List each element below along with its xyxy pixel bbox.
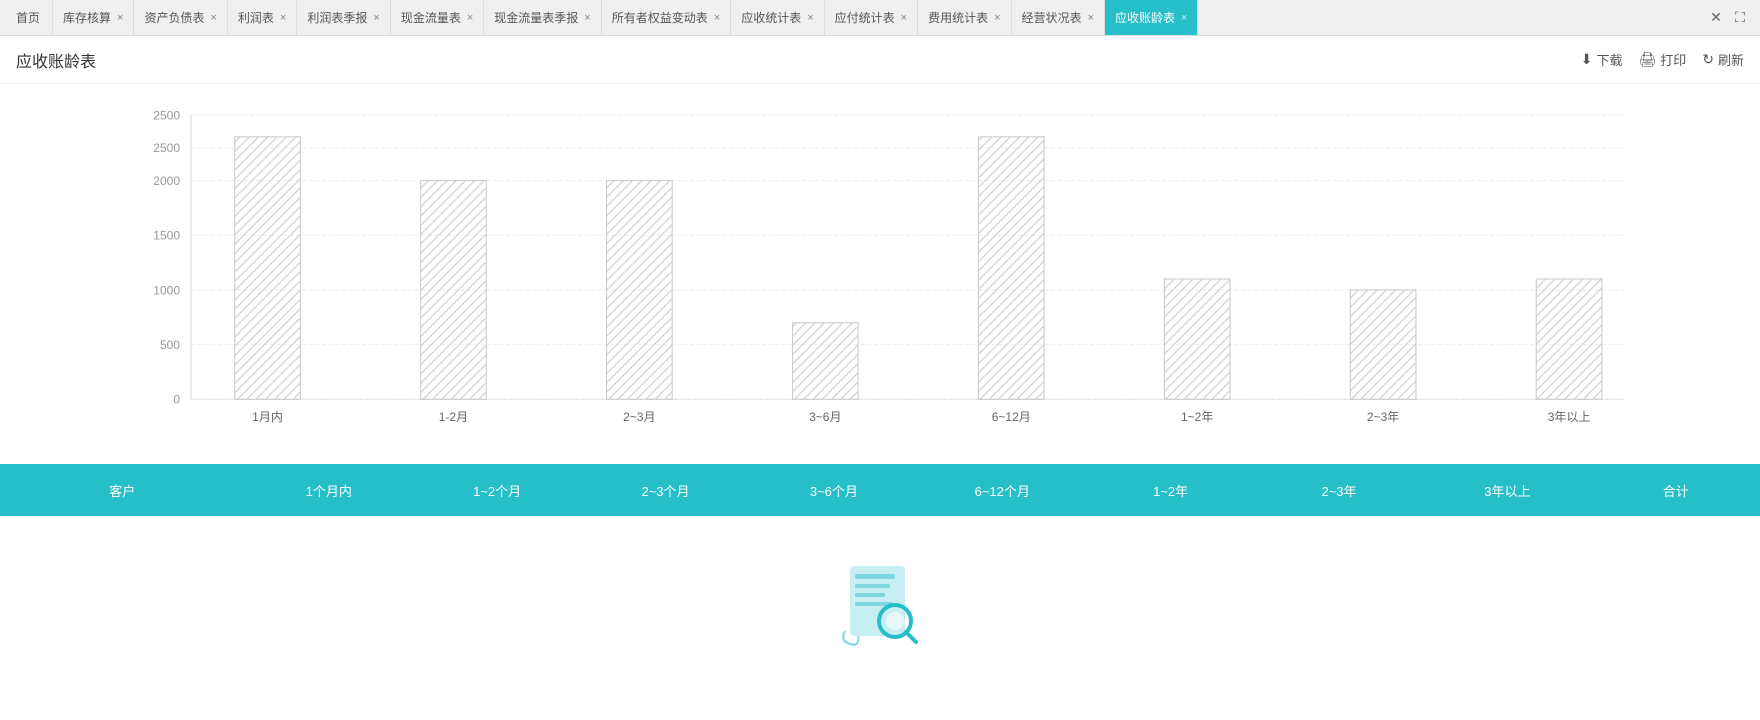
window-controls: ✕ ⛶ [1700,10,1756,26]
svg-text:3~6月: 3~6月 [809,410,841,424]
tab-label-ap-stat: 应付统计表 [835,9,895,26]
svg-text:1~2年: 1~2年 [1181,410,1213,424]
tab-ar-aging[interactable]: 应收账龄表 × [1105,0,1198,36]
bar-6-12月 [978,137,1044,400]
tab-close-balance[interactable]: × [210,12,216,24]
bar-chart: 0 500 1000 1500 2000 2500 2500 1月内 [40,104,1720,454]
tab-close-operation[interactable]: × [1088,12,1094,24]
bar-2-3月 [607,181,673,400]
tab-label-profit: 利润表 [238,9,274,26]
tab-bar: 首页 库存核算×资产负债表×利润表×利润表季报×现金流量表×现金流量表季报×所有… [0,0,1760,36]
maximize-button[interactable]: ⛶ [1732,10,1748,26]
th-1: 1个月内 [245,481,413,500]
empty-state [0,516,1760,696]
svg-text:2~3年: 2~3年 [1367,410,1399,424]
tab-close-inventory[interactable]: × [117,12,123,24]
tab-label-cashflow: 现金流量表 [401,9,461,26]
close-button[interactable]: ✕ [1708,10,1724,26]
tab-equity[interactable]: 所有者权益变动表 × [602,0,731,36]
bar-2-3年 [1350,290,1416,399]
empty-icon [830,556,930,656]
tab-label-inventory: 库存核算 [63,9,111,26]
svg-text:6~12月: 6~12月 [992,410,1031,424]
svg-text:1-2月: 1-2月 [439,410,468,424]
svg-text:1000: 1000 [153,283,180,297]
bar-3-6月 [793,323,859,400]
tab-operation[interactable]: 经营状况表 × [1012,0,1105,36]
print-icon: 🖨 [1638,51,1656,68]
svg-text:500: 500 [160,338,180,352]
th-4: 3~6个月 [750,481,918,500]
bar-1-2月 [421,181,487,400]
th-0: 客户 [0,481,245,500]
th-7: 2~3年 [1255,481,1423,500]
print-button[interactable]: 🖨 打印 [1638,50,1686,69]
th-6: 1~2年 [1086,481,1254,500]
svg-text:1月内: 1月内 [252,410,283,424]
svg-text:2500: 2500 [153,108,180,122]
svg-text:2500: 2500 [153,141,180,155]
bar-1-2年 [1164,279,1230,399]
main-content: 0 500 1000 1500 2000 2500 2500 1月内 [0,84,1760,720]
tab-balance[interactable]: 资产负债表 × [134,0,227,36]
home-tab-label: 首页 [16,9,40,26]
th-9: 合计 [1592,481,1760,500]
tab-ar-stat[interactable]: 应收统计表 × [731,0,824,36]
tab-home[interactable]: 首页 [4,0,53,36]
th-8: 3年以上 [1423,481,1591,500]
refresh-button[interactable]: ↻ 刷新 [1702,50,1744,69]
tab-close-profit[interactable]: × [280,12,286,24]
bar-3年以上 [1536,279,1602,399]
page-header: 应收账龄表 ⬇ 下载 🖨 打印 ↻ 刷新 [0,36,1760,84]
tab-label-cashflow-q: 现金流量表季报 [494,9,578,26]
tab-label-operation: 经营状况表 [1022,9,1082,26]
chart-area: 0 500 1000 1500 2000 2500 2500 1月内 [0,84,1760,464]
tab-close-equity[interactable]: × [714,12,720,24]
tab-profit-q[interactable]: 利润表季报 × [297,0,390,36]
download-button[interactable]: ⬇ 下载 [1581,50,1623,69]
table-header: 客户1个月内1~2个月2~3个月3~6个月6~12个月1~2年2~3年3年以上合… [0,464,1760,516]
svg-text:2000: 2000 [153,174,180,188]
print-label: 打印 [1660,50,1686,69]
tab-label-equity: 所有者权益变动表 [612,9,708,26]
refresh-icon: ↻ [1702,51,1714,68]
download-icon: ⬇ [1581,51,1593,68]
header-actions: ⬇ 下载 🖨 打印 ↻ 刷新 [1581,50,1744,69]
tab-expense[interactable]: 费用统计表 × [918,0,1011,36]
tab-close-cashflow[interactable]: × [467,12,473,24]
bar-1月内 [235,137,301,400]
tab-close-ar-stat[interactable]: × [807,12,813,24]
svg-text:3年以上: 3年以上 [1548,410,1591,424]
th-5: 6~12个月 [918,481,1086,500]
tab-profit[interactable]: 利润表 × [228,0,297,36]
svg-text:0: 0 [173,393,180,407]
tab-inventory[interactable]: 库存核算 × [53,0,134,36]
tab-label-profit-q: 利润表季报 [307,9,367,26]
tab-close-profit-q[interactable]: × [373,12,379,24]
refresh-label: 刷新 [1718,50,1744,69]
tab-label-ar-stat: 应收统计表 [741,9,801,26]
tab-close-cashflow-q[interactable]: × [584,12,590,24]
svg-text:1500: 1500 [153,229,180,243]
tab-ap-stat[interactable]: 应付统计表 × [825,0,918,36]
download-label: 下载 [1596,50,1622,69]
svg-text:2~3月: 2~3月 [623,410,655,424]
th-2: 1~2个月 [413,481,581,500]
tab-cashflow[interactable]: 现金流量表 × [391,0,484,36]
tab-label-ar-aging: 应收账龄表 [1115,9,1175,26]
page-title: 应收账龄表 [16,48,96,72]
tab-close-ar-aging[interactable]: × [1181,12,1187,24]
tab-label-expense: 费用统计表 [928,9,988,26]
tab-label-balance: 资产负债表 [144,9,204,26]
tab-close-ap-stat[interactable]: × [901,12,907,24]
tab-cashflow-q[interactable]: 现金流量表季报 × [484,0,601,36]
th-3: 2~3个月 [581,481,749,500]
tab-close-expense[interactable]: × [994,12,1000,24]
